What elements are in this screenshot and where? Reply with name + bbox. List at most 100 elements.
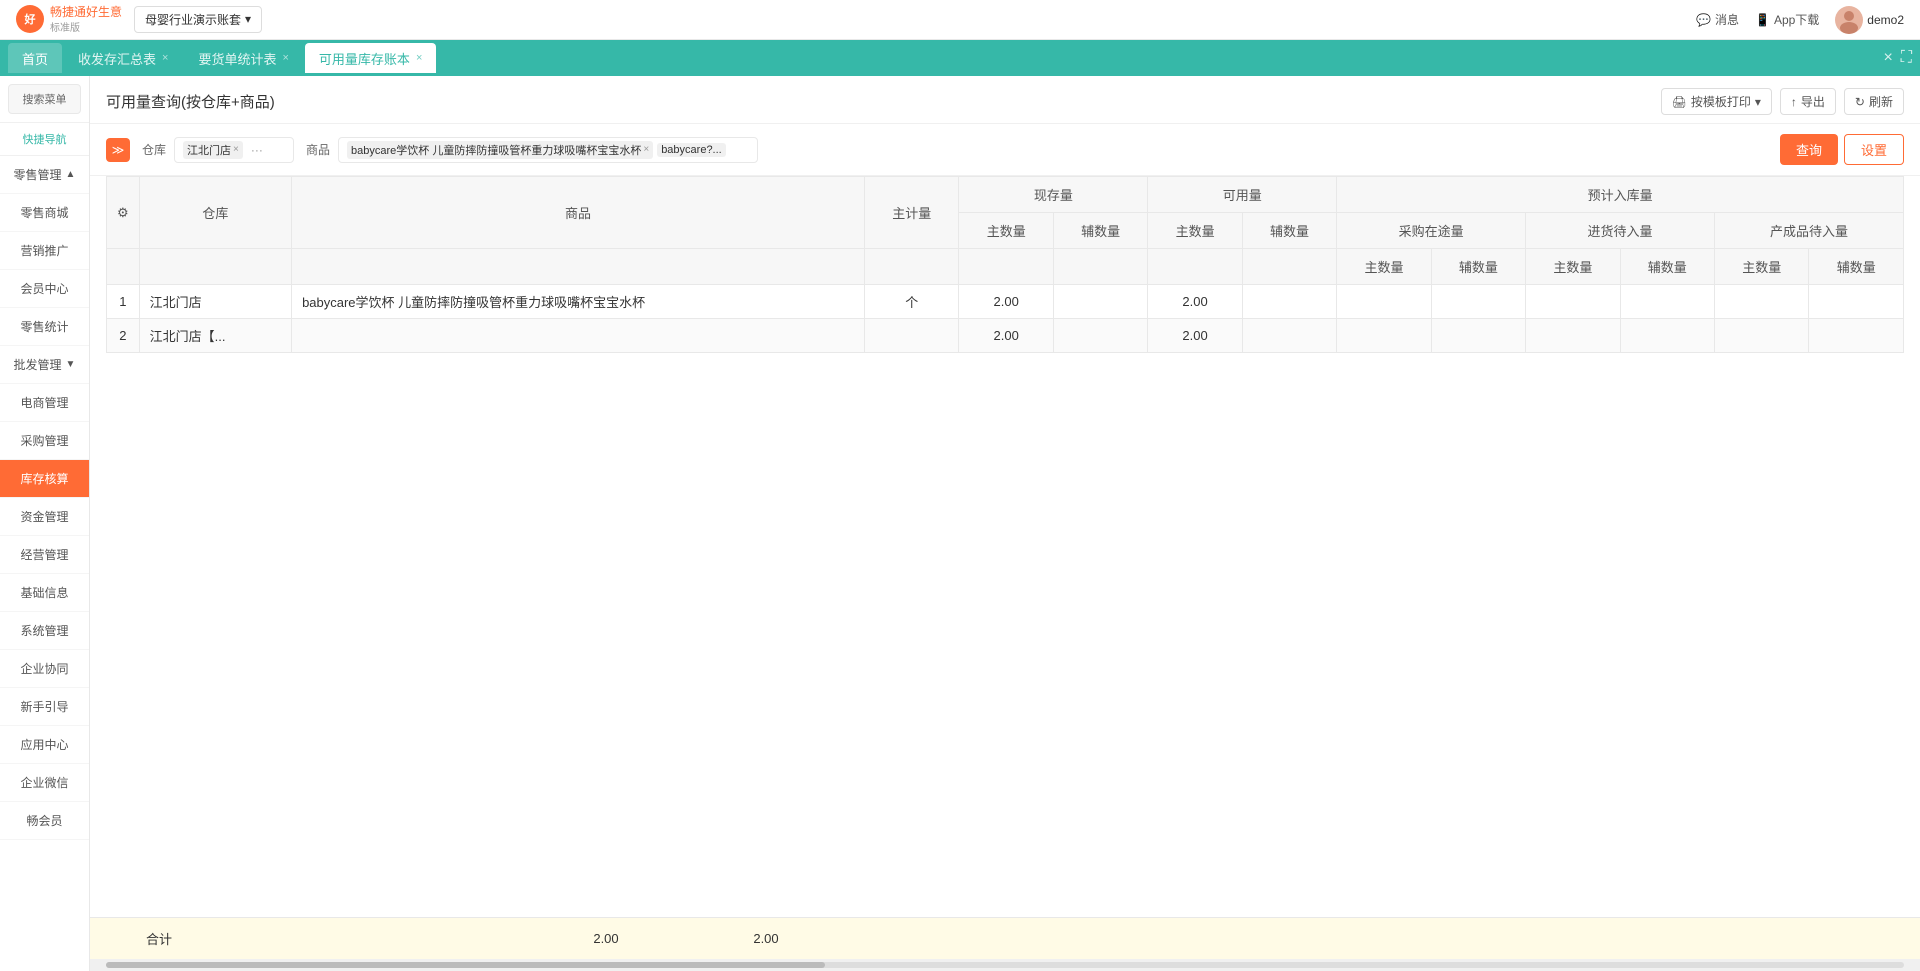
tab-available-inventory[interactable]: 可用量库存账本 × — [305, 43, 436, 73]
sidebar-item-enterprise[interactable]: 企业协同 — [0, 650, 89, 688]
sidebar-item-changhui[interactable]: 畅会员 — [0, 802, 89, 840]
tab-home-label: 首页 — [22, 49, 48, 68]
app-download-label: App下载 — [1774, 11, 1819, 28]
col-settings[interactable]: ⚙ — [107, 177, 140, 249]
sidebar-item-finance-label: 资金管理 — [20, 508, 68, 525]
page-header: 可用量查询(按仓库+商品) 🖨 按模板打印 ▾ ↑ 导出 ↻ 刷新 — [90, 76, 1920, 124]
col-incoming-main: 主数量 — [1526, 249, 1620, 285]
sidebar-item-operations[interactable]: 经营管理 — [0, 536, 89, 574]
message-icon: 💬 — [1696, 13, 1711, 27]
warehouse-filter-input[interactable]: 江北门店 × ··· — [174, 137, 294, 163]
row-1-main-unit: 个 — [865, 285, 959, 319]
warehouse-more-icon[interactable]: ··· — [247, 143, 267, 157]
footer-current-main: 2.00 — [566, 931, 646, 946]
tab-receive-summary-close[interactable]: × — [162, 52, 168, 64]
warehouse-tag-remove[interactable]: × — [233, 144, 239, 155]
page-toolbar: 🖨 按模板打印 ▾ ↑ 导出 ↻ 刷新 — [1661, 88, 1904, 115]
sidebar-item-new-guide[interactable]: 新手引导 — [0, 688, 89, 726]
col-available-qty: 可用量 — [1148, 177, 1337, 213]
logo-area: 好 畅捷通好生意 标准版 — [16, 5, 122, 34]
footer-bar: 合计 2.00 2.00 — [90, 917, 1920, 959]
query-button[interactable]: 查询 — [1780, 134, 1838, 165]
chevron-icon-2: ▼ — [66, 359, 76, 370]
sidebar-item-ecommerce[interactable]: 电商管理 — [0, 384, 89, 422]
sidebar-item-wholesale-mgmt[interactable]: 批发管理 ▼ — [0, 346, 89, 384]
sidebar-item-purchase-mgmt-label: 采购管理 — [20, 432, 68, 449]
sidebar-item-enterprise-wx[interactable]: 企业微信 — [0, 764, 89, 802]
tab-available-inventory-label: 可用量库存账本 — [319, 49, 410, 68]
sidebar-search-area: 搜索菜单 — [0, 76, 89, 123]
col-main-unit: 主计量 — [865, 177, 959, 249]
filter-actions: 查询 设置 — [1780, 134, 1904, 165]
col-current-main-sub — [959, 249, 1053, 285]
sidebar-item-retail-mall[interactable]: 零售商城 — [0, 194, 89, 232]
row-1-available-main: 2.00 — [1148, 285, 1242, 319]
message-button[interactable]: 💬 消息 — [1696, 11, 1739, 28]
col-current-stock: 现存量 — [959, 177, 1148, 213]
filter-toggle-button[interactable]: ≫ — [106, 138, 130, 162]
sidebar-item-finance[interactable]: 资金管理 — [0, 498, 89, 536]
col-production-main: 主数量 — [1714, 249, 1808, 285]
sidebar-item-member-center[interactable]: 会员中心 — [0, 270, 89, 308]
logo-icon: 好 — [16, 5, 44, 33]
quick-nav-button[interactable]: 快捷导航 — [0, 123, 89, 156]
sidebar-item-system-mgmt-label: 系统管理 — [20, 622, 68, 639]
scroll-bar-track[interactable] — [106, 962, 1904, 968]
nav-tabs: 首页 收发存汇总表 × 要货单统计表 × 可用量库存账本 × × ⛶ — [0, 40, 1920, 76]
tab-receive-summary[interactable]: 收发存汇总表 × — [64, 43, 182, 73]
scroll-bar-thumb[interactable] — [106, 962, 825, 968]
row-2-incoming-aux — [1620, 319, 1714, 353]
tab-home[interactable]: 首页 — [8, 43, 62, 73]
sidebar-item-retail-mgmt[interactable]: 零售管理 ▲ — [0, 156, 89, 194]
sidebar-item-inventory[interactable]: 库存核算 — [0, 460, 89, 498]
col-incoming-aux: 辅数量 — [1620, 249, 1714, 285]
row-2-current-main: 2.00 — [959, 319, 1053, 353]
sidebar-item-new-guide-label: 新手引导 — [20, 698, 68, 715]
table-container: ⚙ 仓库 商品 主计量 现存量 可用量 预计入库量 主数量 辅数量 主数量 — [90, 176, 1920, 917]
col-purchase-main: 主数量 — [1337, 249, 1431, 285]
row-1-purchase-main — [1337, 285, 1431, 319]
chevron-down-icon: ▾ — [245, 12, 251, 26]
sidebar-item-basic-info-label: 基础信息 — [20, 584, 68, 601]
sidebar-item-basic-info[interactable]: 基础信息 — [0, 574, 89, 612]
tab-order-stats-label: 要货单统计表 — [198, 49, 276, 68]
row-2-main-unit — [865, 319, 959, 353]
col-available-main-sub — [1148, 249, 1242, 285]
row-2-production-main — [1714, 319, 1808, 353]
sidebar-item-marketing[interactable]: 营销推广 — [0, 232, 89, 270]
print-button[interactable]: 🖨 按模板打印 ▾ — [1661, 88, 1772, 115]
product-filter-input[interactable]: babycare学饮杯 儿童防摔防撞吸管杯重力球吸嘴杯宝宝水杯 × babyca… — [338, 137, 758, 163]
expand-button[interactable]: ⛶ — [1901, 49, 1912, 67]
industry-selector[interactable]: 母婴行业演示账套 ▾ — [134, 6, 262, 33]
sidebar-item-ecommerce-label: 电商管理 — [20, 394, 68, 411]
print-icon: 🖨 — [1672, 95, 1687, 109]
logo-text-area: 畅捷通好生意 标准版 — [50, 5, 122, 34]
row-1-production-main — [1714, 285, 1808, 319]
close-tab-button[interactable]: × — [1883, 49, 1892, 67]
refresh-button[interactable]: ↻ 刷新 — [1844, 88, 1904, 115]
row-2-purchase-aux — [1431, 319, 1525, 353]
sidebar-item-system-mgmt[interactable]: 系统管理 — [0, 612, 89, 650]
top-bar-right: 💬 消息 📱 App下载 demo2 — [1696, 6, 1904, 34]
content-area: 可用量查询(按仓库+商品) 🖨 按模板打印 ▾ ↑ 导出 ↻ 刷新 — [90, 76, 1920, 971]
col-available-main: 主数量 — [1148, 213, 1242, 249]
sidebar-item-purchase-mgmt[interactable]: 采购管理 — [0, 422, 89, 460]
sidebar-item-retail-stats-label: 零售统计 — [20, 318, 68, 335]
tab-order-stats[interactable]: 要货单统计表 × — [184, 43, 302, 73]
chevron-print-icon: ▾ — [1755, 95, 1761, 109]
sidebar-item-app-center[interactable]: 应用中心 — [0, 726, 89, 764]
app-icon: 📱 — [1755, 13, 1770, 27]
footer-available-main: 2.00 — [726, 931, 806, 946]
app-download-button[interactable]: 📱 App下载 — [1755, 11, 1819, 28]
user-area[interactable]: demo2 — [1835, 6, 1904, 34]
warehouse-tag: 江北门店 × — [183, 141, 243, 159]
tab-order-stats-close[interactable]: × — [282, 52, 288, 64]
tab-available-inventory-close[interactable]: × — [416, 52, 422, 64]
export-button[interactable]: ↑ 导出 — [1780, 88, 1836, 115]
table-row: 1 江北门店 babycare学饮杯 儿童防摔防撞吸管杯重力球吸嘴杯宝宝水杯 个… — [107, 285, 1904, 319]
settings-button[interactable]: 设置 — [1844, 134, 1904, 165]
sidebar-item-retail-stats[interactable]: 零售统计 — [0, 308, 89, 346]
row-2-available-aux — [1242, 319, 1336, 353]
search-menu-button[interactable]: 搜索菜单 — [8, 84, 81, 114]
product-tag-1-remove[interactable]: × — [643, 144, 649, 155]
